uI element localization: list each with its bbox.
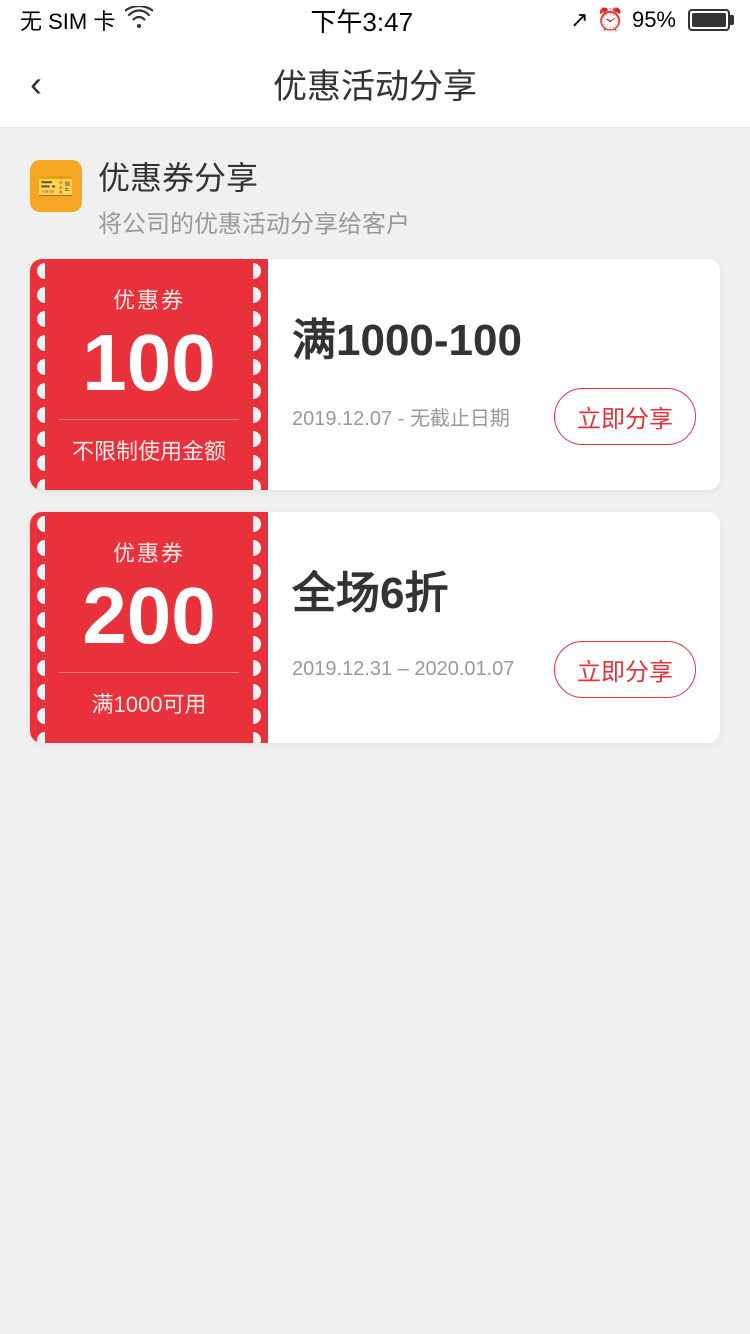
coupon-date-2: 2019.12.31 – 2020.01.07 — [292, 658, 514, 681]
coupon-card-1: 优惠券 100 不限制使用金额 满1000-100 2019.12.07 - 无… — [30, 259, 720, 490]
battery-icon — [688, 9, 730, 31]
coupon-right-2: 全场6折 2019.12.31 – 2020.01.07 立即分享 — [268, 512, 720, 743]
section-icon: 🎫 — [30, 160, 82, 212]
coupon-label-1: 优惠券 — [113, 283, 185, 315]
battery-percent: 95% — [632, 7, 676, 33]
coupon-divider-2 — [59, 672, 239, 673]
status-time: 下午3:47 — [310, 2, 413, 39]
coupon-right-1: 满1000-100 2019.12.07 - 无截止日期 立即分享 — [268, 259, 720, 490]
coupon-condition-1: 不限制使用金额 — [72, 434, 226, 466]
coupon-value-2: 200 — [82, 576, 215, 656]
status-left: 无 SIM 卡 — [20, 4, 153, 36]
back-button[interactable]: ‹ — [30, 63, 42, 105]
carrier-text: 无 SIM 卡 — [20, 4, 115, 36]
coupon-date-1: 2019.12.07 - 无截止日期 — [292, 402, 510, 431]
coupon-label-2: 优惠券 — [113, 536, 185, 568]
coupon-left-2: 优惠券 200 满1000可用 — [30, 512, 268, 743]
bottom-fill — [0, 763, 750, 1263]
section-title: 优惠券分享 — [98, 158, 410, 200]
coupon-card-2: 优惠券 200 满1000可用 全场6折 2019.12.31 – 2020.0… — [30, 512, 720, 743]
coupon-condition-2: 满1000可用 — [92, 687, 207, 719]
coupon-name-2: 全场6折 — [292, 557, 696, 621]
section-subtitle: 将公司的优惠活动分享给客户 — [98, 204, 410, 239]
coupon-bottom-1: 2019.12.07 - 无截止日期 立即分享 — [292, 388, 696, 445]
share-button-1[interactable]: 立即分享 — [554, 388, 696, 445]
coupon-divider-1 — [59, 419, 239, 420]
status-right: ↗ ⏰ 95% — [570, 7, 730, 33]
nav-bar: ‹ 优惠活动分享 — [0, 40, 750, 128]
coupon-emoji-icon: 🎫 — [37, 169, 74, 204]
coupon-name-1: 满1000-100 — [292, 304, 696, 368]
page-title: 优惠活动分享 — [273, 59, 477, 108]
status-bar: 无 SIM 卡 下午3:47 ↗ ⏰ 95% — [0, 0, 750, 40]
coupon-value-1: 100 — [82, 323, 215, 403]
share-button-2[interactable]: 立即分享 — [554, 641, 696, 698]
wifi-icon — [125, 6, 153, 34]
alarm-icon: ⏰ — [597, 7, 624, 33]
coupon-left-1: 优惠券 100 不限制使用金额 — [30, 259, 268, 490]
location-icon: ↗ — [570, 7, 588, 33]
coupon-list: 优惠券 100 不限制使用金额 满1000-100 2019.12.07 - 无… — [0, 259, 750, 763]
section-header: 🎫 优惠券分享 将公司的优惠活动分享给客户 — [0, 128, 750, 259]
section-text: 优惠券分享 将公司的优惠活动分享给客户 — [98, 158, 410, 239]
coupon-bottom-2: 2019.12.31 – 2020.01.07 立即分享 — [292, 641, 696, 698]
